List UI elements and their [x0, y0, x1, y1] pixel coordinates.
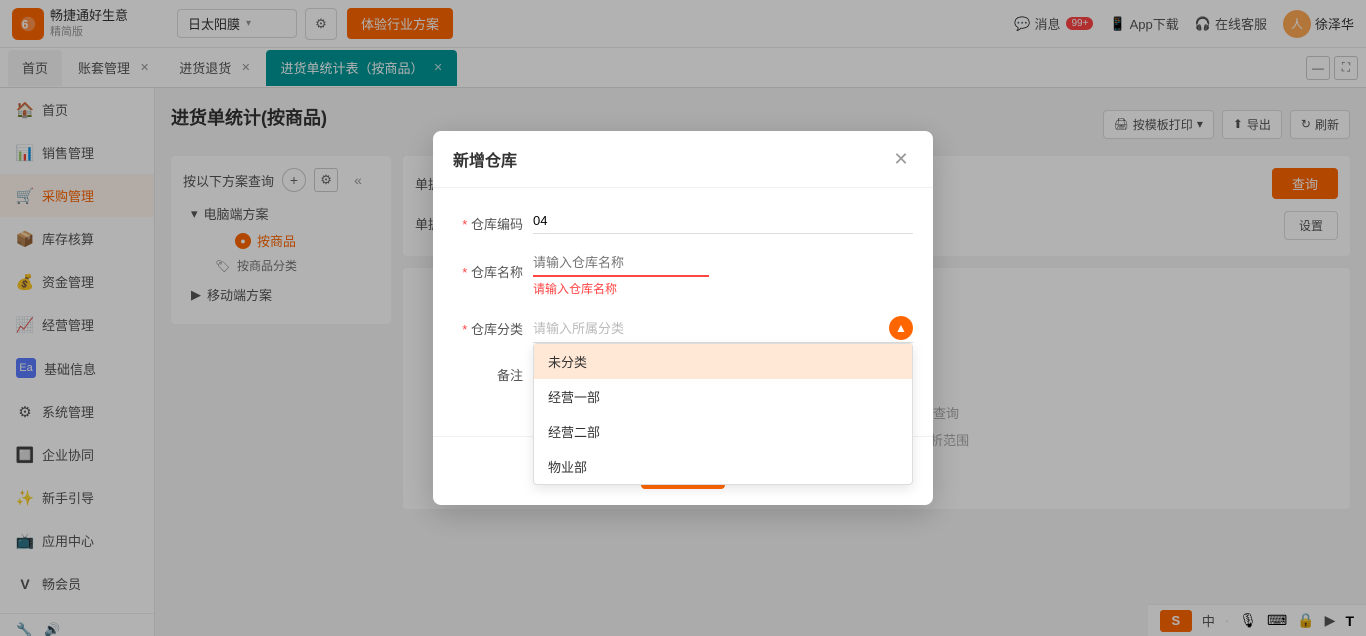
- modal-overlay: 新增仓库 ✕ * 仓库编码 * 仓库名称: [0, 0, 1366, 636]
- category-field-wrap: 请输入所属分类 ▲ 未分类 经营一部 经营二部 物业部: [533, 313, 913, 343]
- dropdown-item-property[interactable]: 物业部: [534, 449, 912, 484]
- category-field-row: * 仓库分类 请输入所属分类 ▲ 未分类 经营一部 经营二部 物业部: [453, 313, 913, 343]
- code-label: * 仓库编码: [453, 208, 533, 233]
- category-placeholder: 请输入所属分类: [533, 318, 624, 337]
- name-field-inner: * 仓库名称: [533, 250, 709, 277]
- dropdown-item-dept1[interactable]: 经营一部: [534, 379, 912, 414]
- modal-header: 新增仓库 ✕: [433, 131, 933, 188]
- code-input[interactable]: [533, 208, 913, 234]
- name-label: * 仓库名称: [453, 256, 533, 281]
- category-dropdown-list: 未分类 经营一部 经营二部 物业部: [533, 343, 913, 485]
- name-input[interactable]: [533, 250, 709, 277]
- dropdown-arrow-icon[interactable]: ▲: [889, 316, 913, 340]
- category-label-text: 仓库分类: [471, 322, 523, 337]
- modal-close-button[interactable]: ✕: [889, 147, 913, 171]
- category-dropdown-trigger[interactable]: 请输入所属分类 ▲: [533, 313, 913, 343]
- name-field-row: * 仓库名称 请输入仓库名称: [453, 250, 913, 297]
- modal-body: * 仓库编码 * 仓库名称 请输入仓库名称 *: [433, 188, 933, 436]
- dropdown-item-uncategorized[interactable]: 未分类: [534, 344, 912, 379]
- name-error-hint: 请输入仓库名称: [533, 280, 617, 297]
- notes-label: 备注: [453, 359, 533, 384]
- add-warehouse-modal: 新增仓库 ✕ * 仓库编码 * 仓库名称: [433, 131, 933, 505]
- notes-label-text: 备注: [497, 368, 523, 383]
- name-label-text: 仓库名称: [471, 265, 523, 280]
- modal-title: 新增仓库: [453, 147, 517, 171]
- code-label-text: 仓库编码: [471, 217, 523, 232]
- category-label: * 仓库分类: [453, 313, 533, 338]
- dropdown-item-dept2[interactable]: 经营二部: [534, 414, 912, 449]
- code-field-row: * 仓库编码: [453, 208, 913, 234]
